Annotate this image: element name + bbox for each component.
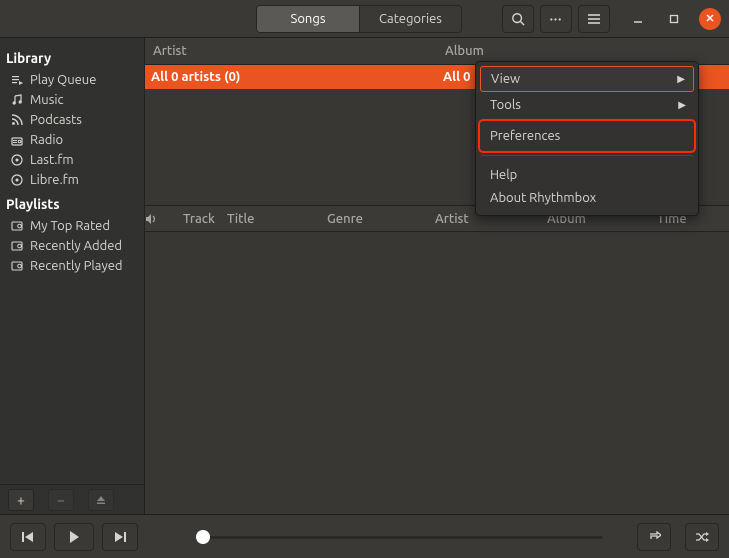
sidebar: Library Play Queue Music Podcasts Radio …	[0, 38, 145, 514]
menu-item-label: About Rhythmbox	[490, 191, 596, 205]
minimize-icon	[633, 14, 643, 24]
sidebar-item-label: Play Queue	[30, 73, 96, 87]
search-button[interactable]	[502, 5, 534, 33]
hamburger-icon	[587, 13, 601, 25]
playqueue-icon	[10, 73, 24, 87]
sidebar-item-label: Recently Played	[30, 259, 123, 273]
menu-item-label: Preferences	[490, 129, 560, 143]
smartplaylist-icon	[10, 239, 24, 253]
librefm-icon	[10, 173, 24, 187]
next-icon	[113, 531, 127, 543]
window-close[interactable]: ✕	[699, 8, 721, 30]
sidebar-action-bar: + −	[0, 484, 144, 514]
sidebar-item-lastfm[interactable]: Last.fm	[0, 150, 144, 170]
sidebar-item-label: Music	[30, 93, 64, 107]
menu-item-label: Tools	[490, 98, 521, 112]
sidebar-item-label: Radio	[30, 133, 63, 147]
sidebar-item-librefm[interactable]: Libre.fm	[0, 170, 144, 190]
progress-thumb[interactable]	[196, 530, 210, 544]
sidebar-item-recentlyplayed[interactable]: Recently Played	[0, 256, 144, 276]
menu-item-label: Help	[490, 168, 517, 182]
songs-tab[interactable]: Songs	[257, 6, 359, 32]
radio-icon	[10, 133, 24, 147]
search-icon	[511, 12, 525, 26]
play-button[interactable]	[54, 523, 94, 551]
previous-button[interactable]	[10, 523, 46, 551]
rss-icon	[10, 113, 24, 127]
close-icon: ✕	[705, 12, 714, 25]
app-menu: View ▶ Tools ▶ Preferences Help About Rh…	[475, 61, 699, 216]
sidebar-item-music[interactable]: Music	[0, 90, 144, 110]
window-minimize[interactable]	[627, 8, 649, 30]
eject-icon	[96, 495, 106, 505]
minus-icon: −	[57, 492, 65, 508]
hamburger-button[interactable]	[578, 5, 610, 33]
maximize-icon	[669, 14, 679, 24]
sidebar-item-label: My Top Rated	[30, 219, 110, 233]
lastfm-icon	[10, 153, 24, 167]
col-track[interactable]: Track	[175, 212, 219, 226]
col-title[interactable]: Title	[219, 212, 319, 226]
smartplaylist-icon	[10, 259, 24, 273]
plus-icon: +	[17, 492, 25, 508]
menu-item-help[interactable]: Help	[480, 155, 694, 185]
speaker-icon	[145, 213, 157, 225]
more-button[interactable]: ···	[540, 5, 572, 33]
sidebar-item-radio[interactable]: Radio	[0, 130, 144, 150]
content-area: Artist All 0 artists (0) Album All 0 Tra…	[145, 38, 729, 514]
previous-icon	[21, 531, 35, 543]
main-area: Library Play Queue Music Podcasts Radio …	[0, 38, 729, 514]
menu-item-label: View	[491, 72, 520, 86]
add-playlist-button[interactable]: +	[8, 489, 34, 511]
tracks-pane: Track Title Genre Artist Album Time	[145, 205, 729, 514]
sidebar-item-play-queue[interactable]: Play Queue	[0, 70, 144, 90]
artist-column-header[interactable]: Artist	[145, 38, 437, 65]
smartplaylist-icon	[10, 219, 24, 233]
progress-track	[196, 536, 603, 539]
menu-item-view[interactable]: View ▶	[480, 66, 694, 92]
col-genre[interactable]: Genre	[319, 212, 427, 226]
sidebar-item-label: Podcasts	[30, 113, 82, 127]
submenu-arrow-icon: ▶	[678, 99, 686, 111]
remove-playlist-button[interactable]: −	[48, 489, 74, 511]
sidebar-item-mytoprated[interactable]: My Top Rated	[0, 216, 144, 236]
shuffle-button[interactable]	[685, 523, 719, 551]
repeat-icon	[647, 531, 661, 543]
sidebar-item-label: Libre.fm	[30, 173, 79, 187]
shuffle-icon	[695, 531, 709, 543]
submenu-arrow-icon: ▶	[677, 73, 685, 85]
music-icon	[10, 93, 24, 107]
sidebar-item-label: Recently Added	[30, 239, 122, 253]
menu-item-tools[interactable]: Tools ▶	[480, 92, 694, 118]
play-icon	[68, 530, 80, 544]
artist-column: Artist All 0 artists (0)	[145, 38, 437, 205]
titlebar: Songs Categories ··· ✕	[0, 0, 729, 38]
eject-button[interactable]	[88, 489, 114, 511]
ellipsis-icon: ···	[550, 12, 563, 26]
next-button[interactable]	[102, 523, 138, 551]
window-maximize[interactable]	[663, 8, 685, 30]
sidebar-header-playlists: Playlists	[0, 190, 144, 216]
repeat-button[interactable]	[637, 523, 671, 551]
artist-row-all[interactable]: All 0 artists (0)	[145, 65, 437, 89]
menu-item-preferences[interactable]: Preferences	[480, 121, 694, 151]
sidebar-item-podcasts[interactable]: Podcasts	[0, 110, 144, 130]
view-segmented-control: Songs Categories	[256, 5, 462, 33]
sidebar-header-library: Library	[0, 44, 144, 70]
sidebar-item-label: Last.fm	[30, 153, 74, 167]
sidebar-item-recentlyadded[interactable]: Recently Added	[0, 236, 144, 256]
playback-controls	[0, 514, 729, 558]
progress-slider[interactable]	[196, 534, 603, 540]
menu-item-about[interactable]: About Rhythmbox	[480, 185, 694, 211]
col-playing[interactable]	[145, 213, 175, 225]
categories-tab[interactable]: Categories	[359, 6, 461, 32]
